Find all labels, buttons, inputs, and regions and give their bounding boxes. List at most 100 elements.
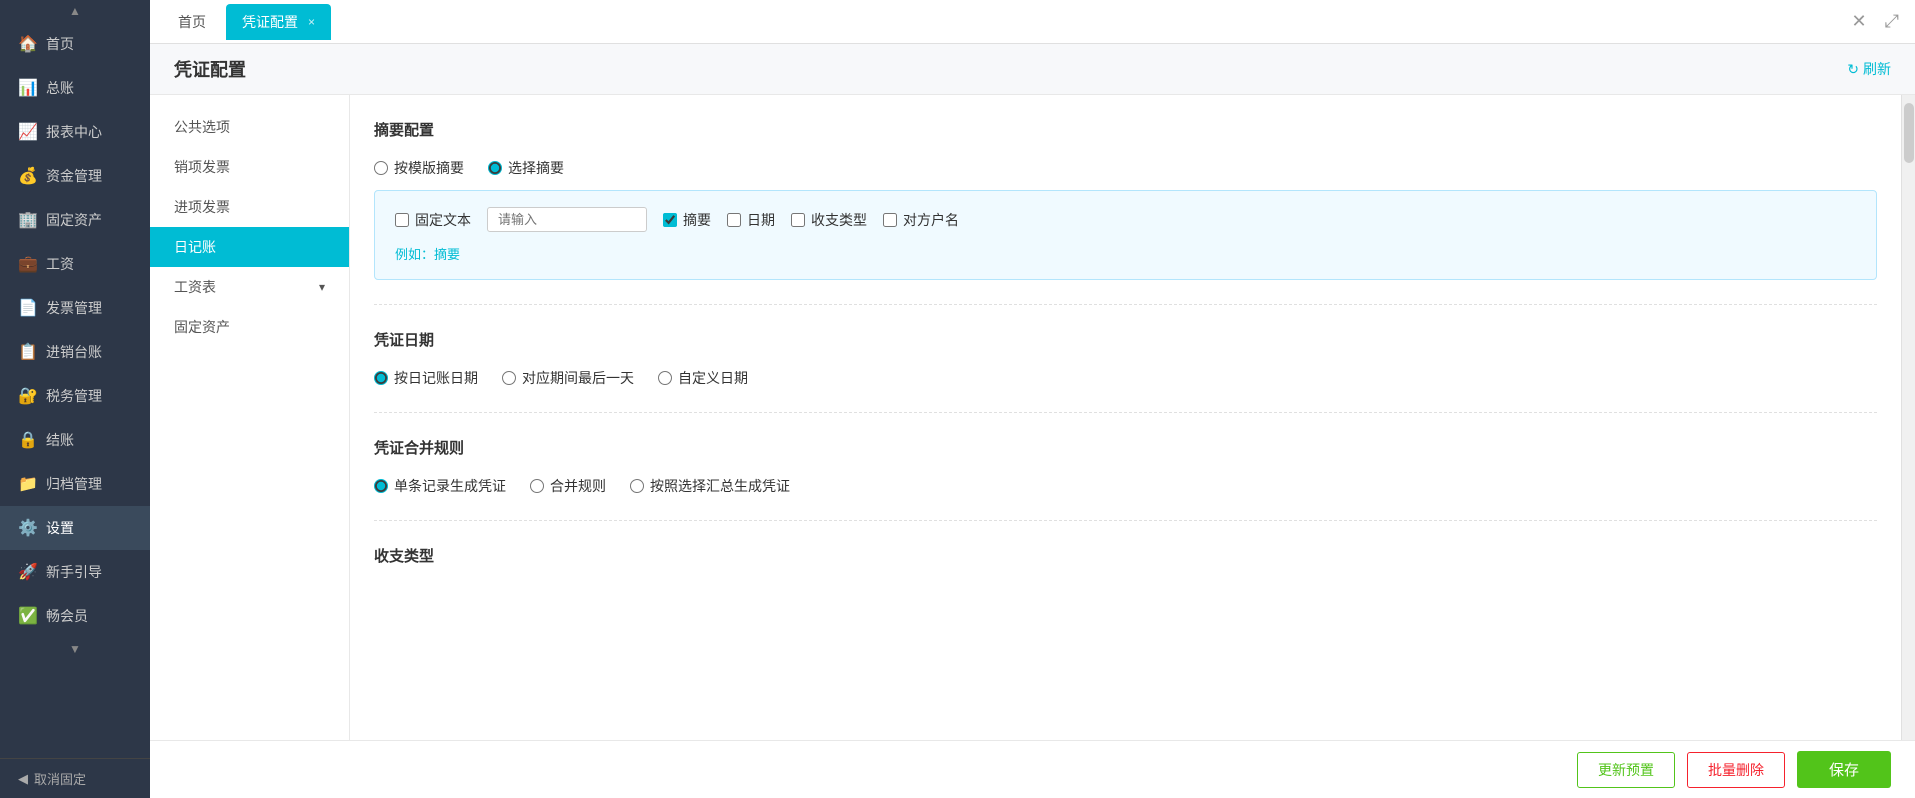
abstract-example: 例如：摘要 xyxy=(395,244,1856,263)
merge-rule-radio[interactable]: 合并规则 xyxy=(530,476,606,496)
select-summary-input[interactable] xyxy=(630,479,644,493)
ledger-icon: 📊 xyxy=(18,78,38,98)
left-nav-item-journal[interactable]: 日记账 xyxy=(150,227,349,267)
single-record-radio[interactable]: 单条记录生成凭证 xyxy=(374,476,506,496)
sidebar-scroll-up[interactable]: ▲ xyxy=(0,0,150,22)
sidebar-item-settings[interactable]: ⚙️ 设置 xyxy=(0,506,150,550)
abstract-check-input[interactable] xyxy=(663,213,677,227)
refresh-button[interactable]: ↻ 刷新 xyxy=(1847,59,1891,79)
left-nav-item-purchase-invoice[interactable]: 进项发票 xyxy=(150,187,349,227)
pin-icon: ◀ xyxy=(18,771,28,787)
reports-icon: 📈 xyxy=(18,122,38,142)
left-nav-item-public[interactable]: 公共选项 xyxy=(150,107,349,147)
sidebar: ▲ 🏠 首页 📊 总账 📈 报表中心 💰 资金管理 🏢 固定资产 💼 工资 📄 … xyxy=(0,0,150,798)
left-nav: 公共选项 销项发票 进项发票 日记账 工资表 ▾ 固定资产 xyxy=(150,95,350,740)
chevron-down-icon: ▾ xyxy=(319,280,325,294)
abstract-config-section: 摘要配置 按模版摘要 选择摘要 xyxy=(374,119,1877,305)
batch-delete-button[interactable]: 批量删除 xyxy=(1687,752,1785,788)
sidebar-item-member[interactable]: ✅ 畅会员 xyxy=(0,594,150,638)
merge-rule-input[interactable] xyxy=(530,479,544,493)
sidebar-item-tax[interactable]: 🔐 税务管理 xyxy=(0,374,150,418)
invoice-mgmt-icon: 📄 xyxy=(18,298,38,318)
right-scrollbar[interactable] xyxy=(1901,95,1915,740)
funds-icon: 💰 xyxy=(18,166,38,186)
sidebar-item-close[interactable]: 🔒 结账 xyxy=(0,418,150,462)
by-journal-date-radio[interactable]: 按日记账日期 xyxy=(374,368,478,388)
abstract-checkbox-row: 固定文本 摘要 日期 xyxy=(395,207,1856,232)
close-accounts-icon: 🔒 xyxy=(18,430,38,450)
sidebar-item-home[interactable]: 🏠 首页 xyxy=(0,22,150,66)
fixed-text-field[interactable] xyxy=(487,207,647,232)
merge-rules-radio-group: 单条记录生成凭证 合并规则 按照选择汇总生成凭证 xyxy=(374,476,1877,496)
sidebar-item-archive[interactable]: 📁 归档管理 xyxy=(0,462,150,506)
sidebar-scroll-down[interactable]: ▼ xyxy=(0,638,150,660)
sidebar-item-invoice-mgmt[interactable]: 📄 发票管理 xyxy=(0,286,150,330)
voucher-date-section: 凭证日期 按日记账日期 对应期间最后一天 自定义日期 xyxy=(374,329,1877,413)
sidebar-item-funds[interactable]: 💰 资金管理 xyxy=(0,154,150,198)
sidebar-item-payroll[interactable]: 💼 工资 xyxy=(0,242,150,286)
window-close-icon[interactable]: ✕ xyxy=(1848,7,1871,36)
update-preview-button[interactable]: 更新预置 xyxy=(1577,752,1675,788)
date-check-input[interactable] xyxy=(727,213,741,227)
income-type-input[interactable] xyxy=(791,213,805,227)
content-area: 凭证配置 ↻ 刷新 公共选项 销项发票 进项发票 日记账 xyxy=(150,44,1915,798)
tax-icon: 🔐 xyxy=(18,386,38,406)
left-nav-item-payroll-table[interactable]: 工资表 ▾ xyxy=(150,267,349,307)
date-checkbox[interactable]: 日期 xyxy=(727,210,775,230)
voucher-date-radio-group: 按日记账日期 对应期间最后一天 自定义日期 xyxy=(374,368,1877,388)
custom-date-radio[interactable]: 自定义日期 xyxy=(658,368,748,388)
custom-date-input[interactable] xyxy=(658,371,672,385)
last-day-of-period-radio[interactable]: 对应期间最后一天 xyxy=(502,368,634,388)
by-journal-date-input[interactable] xyxy=(374,371,388,385)
select-abstract-radio[interactable]: 选择摘要 xyxy=(488,158,564,178)
left-nav-item-fixed-assets[interactable]: 固定资产 xyxy=(150,307,349,347)
home-icon: 🏠 xyxy=(18,34,38,54)
income-type-checkbox[interactable]: 收支类型 xyxy=(791,210,867,230)
guide-icon: 🚀 xyxy=(18,562,38,582)
tab-close-icon[interactable]: × xyxy=(308,15,315,29)
fixed-text-input[interactable] xyxy=(395,213,409,227)
counterpart-name-input[interactable] xyxy=(883,213,897,227)
page-header: 凭证配置 ↻ 刷新 xyxy=(150,44,1915,95)
tab-bar: 首页 凭证配置 × ✕ ⤢ xyxy=(150,0,1915,44)
abstract-section-title: 摘要配置 xyxy=(374,119,1877,140)
window-maximize-icon[interactable]: ⤢ xyxy=(1881,7,1903,36)
merge-rules-section: 凭证合并规则 单条记录生成凭证 合并规则 按照选择汇总生成凭证 xyxy=(374,437,1877,521)
scrollbar-thumb[interactable] xyxy=(1904,103,1914,163)
unpin-button[interactable]: ◀ 取消固定 xyxy=(0,758,150,798)
tab-home[interactable]: 首页 xyxy=(162,4,222,40)
sidebar-item-guide[interactable]: 🚀 新手引导 xyxy=(0,550,150,594)
sidebar-item-purchase-sale[interactable]: 📋 进销台账 xyxy=(0,330,150,374)
income-type-title: 收支类型 xyxy=(374,545,1877,566)
last-day-input[interactable] xyxy=(502,371,516,385)
body-layout: 公共选项 销项发票 进项发票 日记账 工资表 ▾ 固定资产 xyxy=(150,95,1915,740)
left-nav-item-sales-invoice[interactable]: 销项发票 xyxy=(150,147,349,187)
sidebar-item-ledger[interactable]: 📊 总账 xyxy=(0,66,150,110)
sidebar-item-reports[interactable]: 📈 报表中心 xyxy=(0,110,150,154)
save-button[interactable]: 保存 xyxy=(1797,751,1891,788)
page-title: 凭证配置 xyxy=(174,56,246,82)
main-area: 首页 凭证配置 × ✕ ⤢ 凭证配置 ↻ 刷新 公共选项 xyxy=(150,0,1915,798)
bottom-bar: 更新预置 批量删除 保存 xyxy=(150,740,1915,798)
voucher-date-title: 凭证日期 xyxy=(374,329,1877,350)
assets-icon: 🏢 xyxy=(18,210,38,230)
settings-icon: ⚙️ xyxy=(18,518,38,538)
template-abstract-input[interactable] xyxy=(374,161,388,175)
refresh-icon: ↻ xyxy=(1847,61,1859,78)
template-abstract-radio[interactable]: 按模版摘要 xyxy=(374,158,464,178)
member-icon: ✅ xyxy=(18,606,38,626)
sidebar-item-assets[interactable]: 🏢 固定资产 xyxy=(0,198,150,242)
abstract-radio-group: 按模版摘要 选择摘要 xyxy=(374,158,1877,178)
select-abstract-input[interactable] xyxy=(488,161,502,175)
tab-bar-actions: ✕ ⤢ xyxy=(1848,7,1904,36)
fixed-text-checkbox[interactable]: 固定文本 xyxy=(395,210,471,230)
select-summary-radio[interactable]: 按照选择汇总生成凭证 xyxy=(630,476,790,496)
tab-voucher-config[interactable]: 凭证配置 × xyxy=(226,4,331,40)
abstract-config-box: 固定文本 摘要 日期 xyxy=(374,190,1877,280)
abstract-checkbox[interactable]: 摘要 xyxy=(663,210,711,230)
income-type-section: 收支类型 xyxy=(374,545,1877,608)
payroll-icon: 💼 xyxy=(18,254,38,274)
counterpart-name-checkbox[interactable]: 对方户名 xyxy=(883,210,959,230)
archive-icon: 📁 xyxy=(18,474,38,494)
single-record-input[interactable] xyxy=(374,479,388,493)
